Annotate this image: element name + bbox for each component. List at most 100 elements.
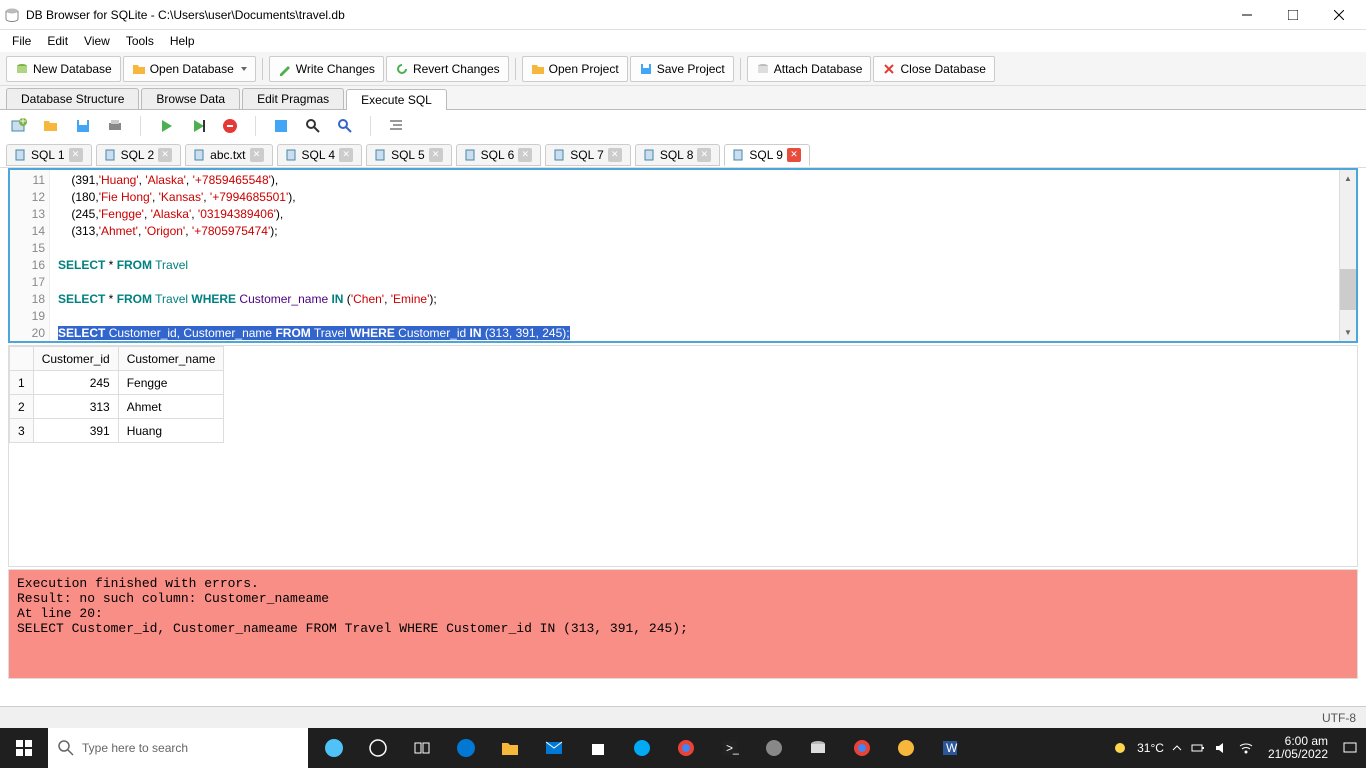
task-explorer-icon[interactable] [490, 728, 530, 768]
new-database-button[interactable]: New Database [6, 56, 121, 82]
task-cmd-icon[interactable]: >_ [710, 728, 750, 768]
cell-customer-id[interactable]: 391 [33, 419, 118, 443]
close-tab-icon[interactable]: ✕ [608, 148, 622, 162]
taskbar-search[interactable]: Type here to search [48, 728, 308, 768]
code-area[interactable]: (391,'Huang', 'Alaska', '+7859465548'), … [50, 170, 1339, 341]
task-chrome-icon[interactable] [666, 728, 706, 768]
sql-tab-3[interactable]: abc.txt✕ [185, 144, 272, 166]
cell-customer-name[interactable]: Huang [118, 419, 224, 443]
sql-tab-5[interactable]: SQL 5✕ [366, 144, 452, 166]
new-tab-icon[interactable]: + [10, 117, 28, 135]
task-app1-icon[interactable] [622, 728, 662, 768]
task-db-browser-icon[interactable] [798, 728, 838, 768]
task-paint-icon[interactable] [886, 728, 926, 768]
close-tab-icon[interactable]: ✕ [250, 148, 264, 162]
attach-database-button[interactable]: Attach Database [747, 56, 872, 82]
open-database-button[interactable]: Open Database [123, 56, 256, 82]
menu-edit[interactable]: Edit [39, 30, 76, 52]
tab-browse-data[interactable]: Browse Data [141, 88, 240, 109]
write-changes-button[interactable]: Write Changes [269, 56, 384, 82]
column-header[interactable]: Customer_name [118, 347, 224, 371]
wifi-icon[interactable] [1238, 740, 1254, 756]
scroll-down-icon[interactable]: ▼ [1340, 324, 1356, 341]
sql-tab-1[interactable]: SQL 1✕ [6, 144, 92, 166]
scroll-track[interactable] [1340, 187, 1356, 324]
stop-icon[interactable] [221, 117, 239, 135]
save-project-button[interactable]: Save Project [630, 56, 734, 82]
task-mail-icon[interactable] [534, 728, 574, 768]
table-row[interactable]: 3391Huang [10, 419, 224, 443]
subtoolbar-separator [370, 116, 371, 136]
sql-tab-8[interactable]: SQL 8✕ [635, 144, 721, 166]
close-tab-icon[interactable]: ✕ [69, 148, 83, 162]
task-edge-icon[interactable] [446, 728, 486, 768]
battery-icon[interactable] [1190, 740, 1206, 756]
cell-customer-name[interactable]: Fengge [118, 371, 224, 395]
notification-icon[interactable] [1342, 740, 1358, 756]
sql-tab-4[interactable]: SQL 4✕ [277, 144, 363, 166]
menu-view[interactable]: View [76, 30, 118, 52]
sql-editor[interactable]: 11121314151617181920 (391,'Huang', 'Alas… [8, 168, 1358, 343]
sql-tab-2[interactable]: SQL 2✕ [96, 144, 182, 166]
cell-customer-name[interactable]: Ahmet [118, 395, 224, 419]
row-number: 2 [10, 395, 34, 419]
weather-icon[interactable] [1111, 739, 1129, 757]
cell-customer-id[interactable]: 245 [33, 371, 118, 395]
close-tab-icon[interactable]: ✕ [787, 148, 801, 162]
find-replace-icon[interactable] [336, 117, 354, 135]
tab-execute-sql[interactable]: Execute SQL [346, 89, 447, 110]
menu-tools[interactable]: Tools [118, 30, 162, 52]
clock[interactable]: 6:00 am 21/05/2022 [1262, 735, 1334, 761]
save-results-icon[interactable] [272, 117, 290, 135]
scroll-thumb[interactable] [1340, 269, 1356, 310]
editor-scrollbar[interactable]: ▲ ▼ [1339, 170, 1356, 341]
task-cortana-icon[interactable] [358, 728, 398, 768]
table-row[interactable]: 1245Fengge [10, 371, 224, 395]
execute-line-icon[interactable] [189, 117, 207, 135]
menu-help[interactable]: Help [162, 30, 203, 52]
task-store-icon[interactable] [578, 728, 618, 768]
close-tab-icon[interactable]: ✕ [158, 148, 172, 162]
task-weapons-icon[interactable] [314, 728, 354, 768]
close-tab-icon[interactable]: ✕ [518, 148, 532, 162]
close-button[interactable] [1316, 0, 1362, 30]
tab-database-structure[interactable]: Database Structure [6, 88, 139, 109]
menu-file[interactable]: File [4, 30, 39, 52]
minimize-button[interactable] [1224, 0, 1270, 30]
close-tab-icon[interactable]: ✕ [339, 148, 353, 162]
results-table[interactable]: Customer_idCustomer_name1245Fengge2313Ah… [8, 345, 1358, 567]
temperature-label[interactable]: 31°C [1137, 741, 1164, 755]
error-console[interactable]: Execution finished with errors. Result: … [8, 569, 1358, 679]
editor-area: 11121314151617181920 (391,'Huang', 'Alas… [0, 168, 1366, 706]
revert-changes-button[interactable]: Revert Changes [386, 56, 509, 82]
execute-icon[interactable] [157, 117, 175, 135]
date-label: 21/05/2022 [1268, 748, 1328, 761]
save-file-icon[interactable] [74, 117, 92, 135]
indent-icon[interactable] [387, 117, 405, 135]
column-header[interactable]: Customer_id [33, 347, 118, 371]
open-project-button[interactable]: Open Project [522, 56, 628, 82]
volume-icon[interactable] [1214, 740, 1230, 756]
close-database-button[interactable]: Close Database [873, 56, 994, 82]
cell-customer-id[interactable]: 313 [33, 395, 118, 419]
start-button[interactable] [0, 728, 48, 768]
tab-edit-pragmas[interactable]: Edit Pragmas [242, 88, 344, 109]
sql-file-icon [15, 149, 27, 161]
close-tab-icon[interactable]: ✕ [697, 148, 711, 162]
task-taskview-icon[interactable] [402, 728, 442, 768]
find-icon[interactable] [304, 117, 322, 135]
print-icon[interactable] [106, 117, 124, 135]
task-word-icon[interactable]: W [930, 728, 970, 768]
task-app2-icon[interactable] [754, 728, 794, 768]
table-row[interactable]: 2313Ahmet [10, 395, 224, 419]
sql-tab-7[interactable]: SQL 7✕ [545, 144, 631, 166]
open-file-icon[interactable] [42, 117, 60, 135]
tray-expand-icon[interactable] [1172, 743, 1182, 753]
maximize-button[interactable] [1270, 0, 1316, 30]
scroll-up-icon[interactable]: ▲ [1340, 170, 1356, 187]
sql-tab-9[interactable]: SQL 9 ✕ [724, 144, 810, 166]
sql-tab-6[interactable]: SQL 6✕ [456, 144, 542, 166]
task-chrome2-icon[interactable] [842, 728, 882, 768]
close-tab-icon[interactable]: ✕ [429, 148, 443, 162]
sql-tab-label: SQL 9 [749, 148, 783, 162]
